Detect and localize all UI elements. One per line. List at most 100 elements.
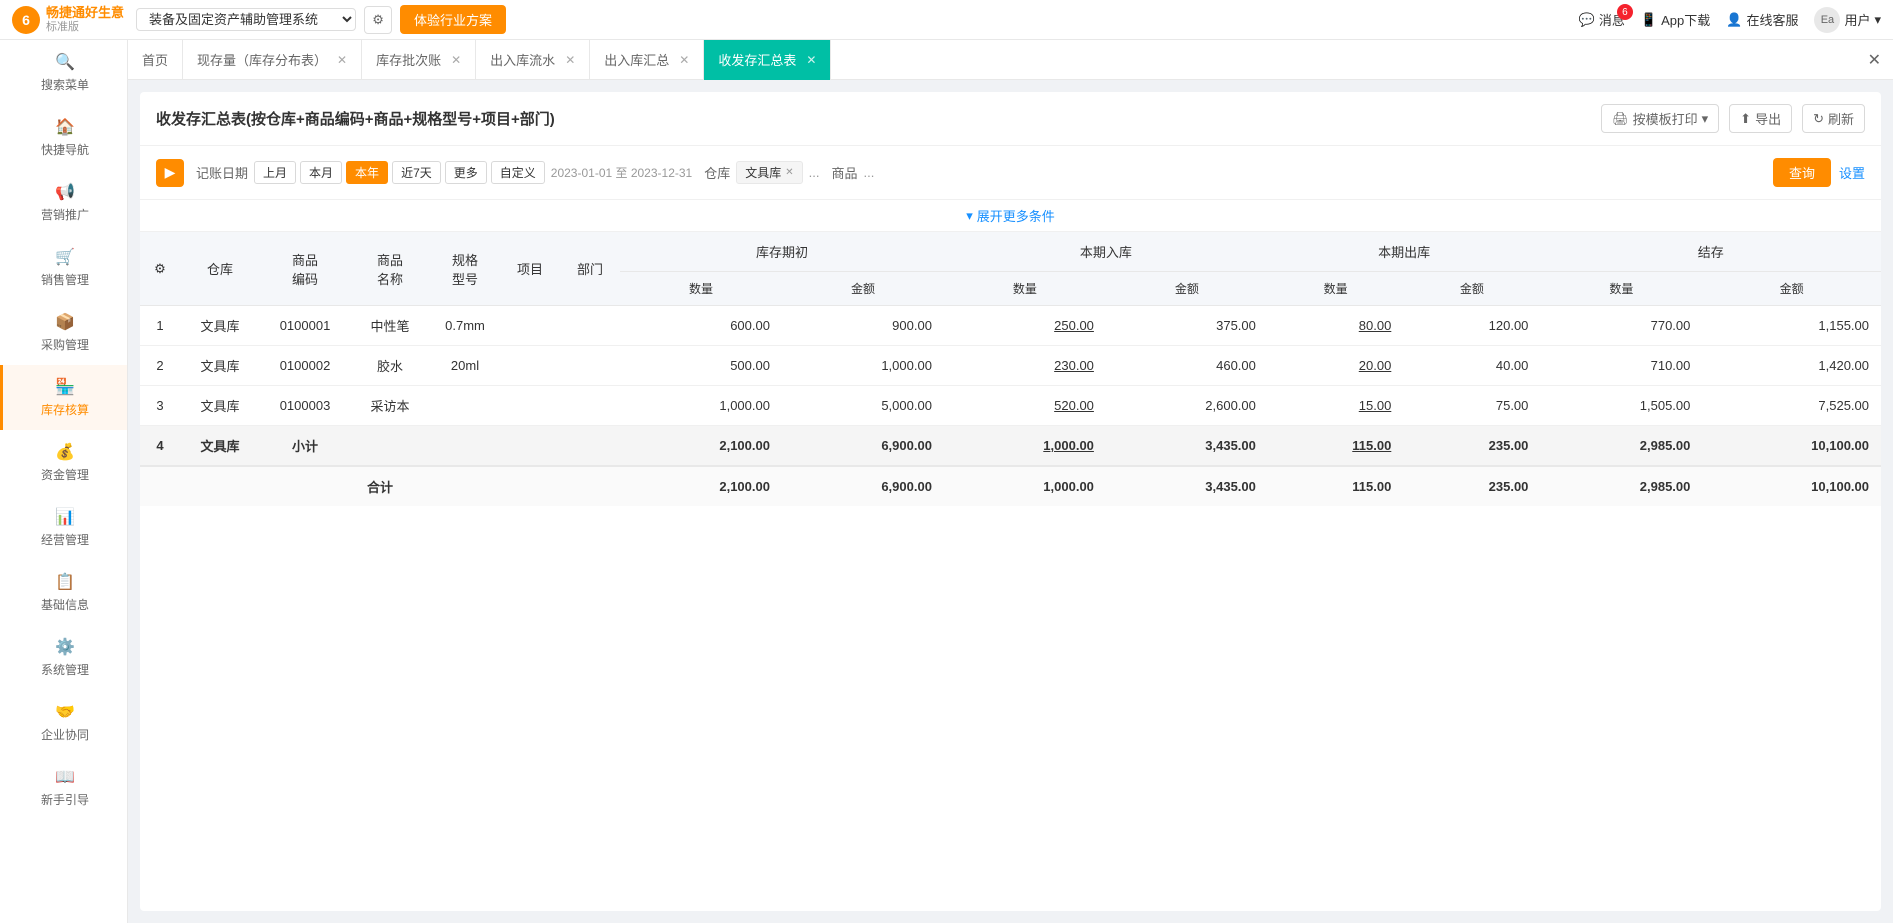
subtotal-out-qty[interactable]: 115.00 [1268,426,1403,467]
row2-close-qty: 710.00 [1540,346,1702,386]
sidebar-item-operations[interactable]: 📊 经营管理 [0,495,127,560]
sidebar-item-inventory[interactable]: 🏪 库存核算 [0,365,127,430]
date-btn-more[interactable]: 更多 [445,161,487,184]
row1-out-qty[interactable]: 80.00 [1268,306,1403,346]
date-btn-custom[interactable]: 自定义 [491,161,545,184]
operations-icon: 📊 [55,507,75,527]
total-label: 合计 [140,466,620,506]
search-button[interactable]: 查询 [1773,158,1831,187]
sidebar-item-system[interactable]: ⚙️ 系统管理 [0,625,127,690]
tab-close-batch[interactable]: ✕ [451,53,461,67]
tab-close-inout-flow[interactable]: ✕ [565,53,575,67]
date-btn-last-month[interactable]: 上月 [254,161,296,184]
goods-more[interactable]: ... [864,165,875,180]
sidebar-item-quicknav[interactable]: 🏠 快捷导航 [0,105,127,170]
sidebar-item-purchase[interactable]: 📦 采购管理 [0,300,127,365]
date-buttons: 上月 本月 本年 近7天 更多 自定义 [254,161,545,184]
warehouse-more[interactable]: ... [809,165,820,180]
refresh-icon: ↻ [1813,111,1824,127]
row2-dept [560,346,620,386]
row2-out-qty[interactable]: 20.00 [1268,346,1403,386]
tab-close-receipt-summary[interactable]: ✕ [806,53,816,67]
row2-in-amt: 460.00 [1106,346,1268,386]
system-selector: 装备及固定资产辅助管理系统 ⚙ 体验行业方案 [136,5,506,34]
row3-out-qty[interactable]: 15.00 [1268,386,1403,426]
date-btn-7days[interactable]: 近7天 [392,161,441,184]
try-button[interactable]: 体验行业方案 [400,5,506,34]
total-row: 合计 2,100.00 6,900.00 1,000.00 3,435.00 1… [140,466,1881,506]
page-inner: 收发存汇总表(按仓库+商品编码+商品+规格型号+项目+部门) 🖨 按模板打印 ▾… [140,92,1881,911]
sidebar-item-guide[interactable]: 📖 新手引导 [0,755,127,820]
online-service-button[interactable]: 👤 在线客服 [1726,10,1798,29]
row3-in-qty[interactable]: 520.00 [944,386,1106,426]
subtotal-in-qty[interactable]: 1,000.00 [944,426,1106,467]
row1-in-qty[interactable]: 250.00 [944,306,1106,346]
row3-open-amt: 5,000.00 [782,386,944,426]
print-button[interactable]: 🖨 按模板打印 ▾ [1601,104,1719,133]
subtotal-open-amt: 6,900.00 [782,426,944,467]
row2-in-qty[interactable]: 230.00 [944,346,1106,386]
sidebar-item-marketing[interactable]: 📢 营销推广 [0,170,127,235]
warehouse-tag-close[interactable]: ✕ [785,167,793,178]
gear-button[interactable]: ⚙ [364,6,392,34]
date-btn-this-year[interactable]: 本年 [346,161,388,184]
row1-code: 0100001 [260,306,350,346]
row1-in-amt: 375.00 [1106,306,1268,346]
user-menu[interactable]: Ea 用户 ▾ [1814,7,1881,33]
tab-inout-summary[interactable]: 出入库汇总 ✕ [590,40,704,80]
date-range: 2023-01-01 至 2023-12-31 [551,164,692,181]
row2-out-amt: 40.00 [1403,346,1540,386]
sidebar-item-search[interactable]: 🔍 搜索菜单 [0,40,127,105]
filter-toggle-button[interactable]: ▶ [156,159,184,187]
search-icon: 🔍 [55,52,75,72]
sidebar: 🔍 搜索菜单 🏠 快捷导航 📢 营销推广 🛒 销售管理 📦 采购管理 🏪 [0,40,128,923]
tab-inventory-dist[interactable]: 现存量（库存分布表） ✕ [183,40,362,80]
tab-close-inout-summary[interactable]: ✕ [679,53,689,67]
tab-inout-flow[interactable]: 出入库流水 ✕ [476,40,590,80]
sidebar-item-enterprise[interactable]: 🤝 企业协同 [0,690,127,755]
chevron-down-icon: ▾ [1874,12,1881,28]
total-close-qty: 2,985.00 [1540,466,1702,506]
app-download-button[interactable]: 📱 App下载 [1641,10,1710,29]
row3-warehouse: 文具库 [180,386,260,426]
settings-link[interactable]: 设置 [1839,161,1865,184]
system-select[interactable]: 装备及固定资产辅助管理系统 [136,8,356,31]
tab-close-all[interactable]: ✕ [1856,50,1893,70]
subtotal-close-amt: 10,100.00 [1702,426,1881,467]
user-avatar: Ea [1814,7,1840,33]
row2-open-amt: 1,000.00 [782,346,944,386]
basic-icon: 📋 [55,572,75,592]
top-bar: 6 畅捷通好生意 标准版 装备及固定资产辅助管理系统 ⚙ 体验行业方案 💬 消息… [0,0,1893,40]
row2-close-amt: 1,420.00 [1702,346,1881,386]
tab-receipt-summary[interactable]: 收发存汇总表 ✕ [704,40,831,80]
row3-out-amt: 75.00 [1403,386,1540,426]
row2-no: 2 [140,346,180,386]
tab-batch[interactable]: 库存批次账 ✕ [362,40,476,80]
export-button[interactable]: ⬆ 导出 [1729,104,1792,133]
row1-spec: 0.7mm [430,306,500,346]
tab-home[interactable]: 首页 [128,40,183,80]
page-header: 收发存汇总表(按仓库+商品编码+商品+规格型号+项目+部门) 🖨 按模板打印 ▾… [140,92,1881,146]
th-out-amt: 金额 [1403,272,1540,306]
row2-spec: 20ml [430,346,500,386]
expand-more-button[interactable]: ▾ 展开更多条件 [966,206,1055,225]
row1-close-qty: 770.00 [1540,306,1702,346]
sidebar-item-sales[interactable]: 🛒 销售管理 [0,235,127,300]
warehouse-tag[interactable]: 文具库 ✕ [736,161,802,184]
refresh-button[interactable]: ↻ 刷新 [1802,104,1865,133]
date-btn-this-month[interactable]: 本月 [300,161,342,184]
sidebar-item-finance[interactable]: 💰 资金管理 [0,430,127,495]
tab-close-inventory-dist[interactable]: ✕ [337,53,347,67]
marketing-icon: 📢 [55,182,75,202]
logo-icon: 6 [12,6,40,34]
page-title: 收发存汇总表(按仓库+商品编码+商品+规格型号+项目+部门) [156,108,555,129]
message-button[interactable]: 💬 消息 6 [1579,10,1625,29]
sidebar-item-basic[interactable]: 📋 基础信息 [0,560,127,625]
th-in-amt: 金额 [1106,272,1268,306]
row1-out-amt: 120.00 [1403,306,1540,346]
row3-close-qty: 1,505.00 [1540,386,1702,426]
top-bar-right: 💬 消息 6 📱 App下载 👤 在线客服 Ea 用户 ▾ [1579,7,1881,33]
chevron-down-icon: ▾ [1702,111,1709,127]
expand-icon: ▾ [966,208,973,224]
table-wrapper: ⚙ 仓库 商品编码 商品名称 规格型号 项目 部门 库存期初 本期入库 本期 [140,232,1881,911]
